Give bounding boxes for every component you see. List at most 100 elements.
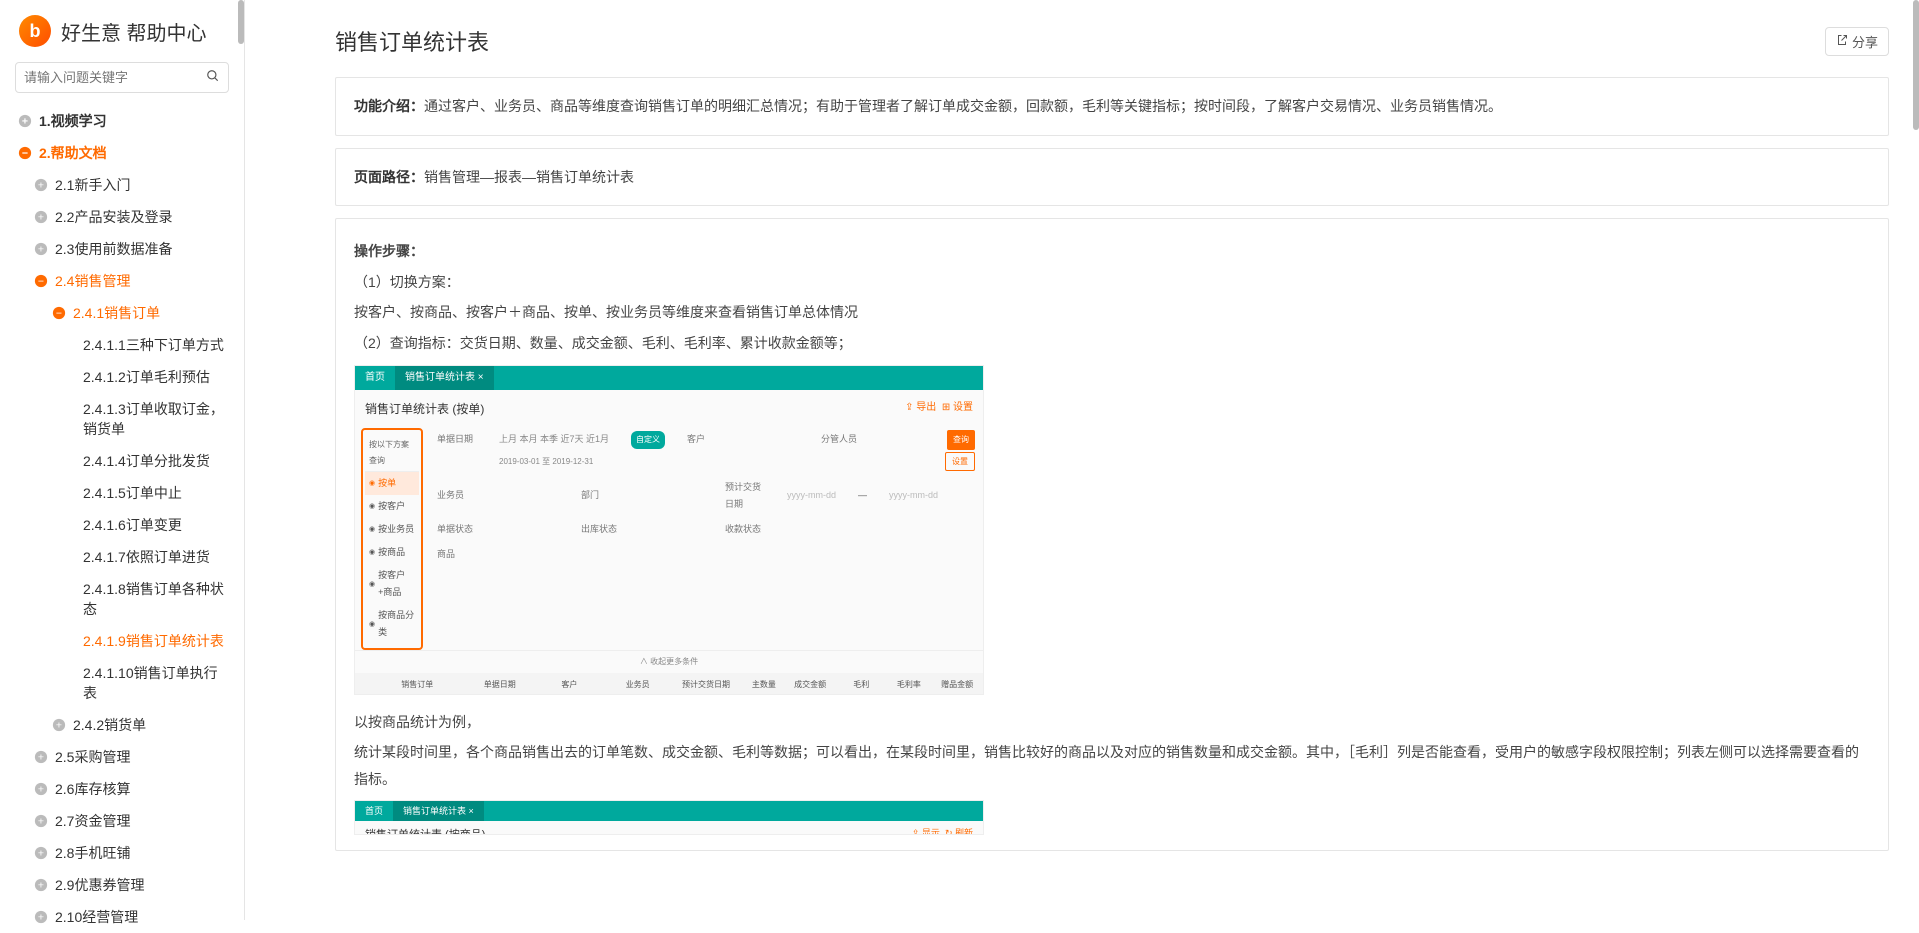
svg-text:+: +	[38, 752, 44, 764]
nav-item[interactable]: 2.4.1.2订单毛利预估	[15, 361, 229, 393]
img1-export: ⇪ 导出	[905, 402, 936, 413]
screenshot-1: 首页 销售订单统计表 × 销售订单统计表 (按单) ⇪ 导出 ⊞ 设置 按以下方…	[354, 365, 984, 695]
nav-item[interactable]: −2.帮助文档	[15, 137, 229, 169]
search-icon[interactable]	[206, 69, 220, 86]
nav-item[interactable]: 2.4.1.1三种下订单方式	[15, 329, 229, 361]
img1-tab-active: 销售订单统计表 ×	[395, 366, 494, 390]
svg-text:+: +	[38, 212, 44, 224]
svg-text:+: +	[38, 244, 44, 256]
toggle-icon[interactable]: +	[33, 209, 49, 225]
step-2: （2）查询指标：交货日期、数量、成交金额、毛利、毛利率、累计收款金额等；	[354, 330, 1870, 357]
nav-label: 2.4.1.1三种下订单方式	[83, 335, 224, 355]
nav-item[interactable]: 2.4.1.9销售订单统计表	[15, 625, 229, 657]
nav-item[interactable]: −2.4销售管理	[15, 265, 229, 297]
nav-label: 2.4.1.3订单收取订金，销货单	[83, 399, 227, 439]
img1-scheme-item: ◉ 按商品	[365, 541, 419, 564]
svg-text:+: +	[38, 848, 44, 860]
toggle-icon[interactable]: +	[33, 813, 49, 829]
img1-f-dept: 部门	[581, 487, 621, 504]
img1-f-biz: 业务员	[437, 487, 477, 504]
toggle-icon[interactable]: −	[51, 305, 67, 321]
toggle-icon[interactable]: +	[33, 909, 49, 925]
img1-scheme-title: 按以下方案查询	[365, 434, 419, 471]
nav-item[interactable]: −2.4.1销售订单	[15, 297, 229, 329]
img1-f-out: 出库状态	[581, 521, 621, 538]
nav-item[interactable]: +2.2产品安装及登录	[15, 201, 229, 233]
nav-item[interactable]: 2.4.1.8销售订单各种状态	[15, 573, 229, 625]
svg-text:−: −	[56, 308, 62, 320]
nav-item[interactable]: +2.1新手入门	[15, 169, 229, 201]
toggle-icon[interactable]: +	[51, 717, 67, 733]
toggle-icon[interactable]: −	[33, 273, 49, 289]
img2-l2: ↻ 刷新	[945, 828, 973, 835]
nav-tree: +1.视频学习−2.帮助文档+2.1新手入门+2.2产品安装及登录+2.3使用前…	[15, 105, 229, 933]
nav-item[interactable]: 2.4.1.6订单变更	[15, 509, 229, 541]
svg-text:−: −	[38, 276, 44, 288]
nav-label: 2.2产品安装及登录	[55, 207, 172, 227]
share-button[interactable]: 分享	[1825, 27, 1889, 56]
img1-filter-main: 单据日期 上月 本月 本季 近7天 近1月 自定义 客户 分管人员 查询 201…	[429, 428, 983, 650]
img1-subtitle: 销售订单统计表 (按单)	[365, 402, 484, 416]
nav-item[interactable]: +2.4.2销货单	[15, 709, 229, 741]
img1-th: 毛利	[836, 673, 886, 695]
img1-th: 单据日期	[467, 673, 532, 695]
brand-logo-icon: b	[19, 15, 51, 47]
example-p1: 统计某段时间里，各个商品销售出去的订单笔数、成交金额、毛利等数据；可以看出，在某…	[354, 739, 1870, 792]
search-input-wrapper[interactable]	[15, 62, 229, 93]
toggle-icon[interactable]: +	[33, 177, 49, 193]
search-input[interactable]	[24, 70, 206, 85]
toggle-icon[interactable]: −	[17, 145, 33, 161]
img1-th: 客户	[532, 673, 607, 695]
toggle-icon[interactable]: +	[33, 877, 49, 893]
main-scrollbar[interactable]	[1913, 0, 1919, 130]
toggle-icon[interactable]: +	[33, 845, 49, 861]
toggle-icon[interactable]: +	[17, 113, 33, 129]
toggle-icon[interactable]: +	[33, 241, 49, 257]
svg-text:+: +	[22, 116, 28, 128]
img1-f-custom: 自定义	[631, 431, 665, 448]
svg-text:+: +	[38, 816, 44, 828]
nav-item[interactable]: 2.4.1.7依照订单进货	[15, 541, 229, 573]
nav-label: 2.4.1.7依照订单进货	[83, 547, 210, 567]
nav-item[interactable]: 2.4.1.3订单收取订金，销货单	[15, 393, 229, 445]
nav-label: 2.8手机旺铺	[55, 843, 130, 863]
svg-text:+: +	[56, 720, 62, 732]
nav-item[interactable]: +2.3使用前数据准备	[15, 233, 229, 265]
img1-th: 毛利率	[886, 673, 931, 695]
nav-item[interactable]: +2.9优惠券管理	[15, 869, 229, 901]
intro-card: 功能介绍：通过客户、业务员、商品等维度查询销售订单的明细汇总情况；有助于管理者了…	[335, 77, 1889, 136]
screenshot-2: 首页 销售订单统计表 × 销售订单统计表 (按商品) ⇪ 显示 ↻ 刷新	[354, 800, 984, 835]
nav-item[interactable]: 2.4.1.5订单中止	[15, 477, 229, 509]
nav-label: 2.5采购管理	[55, 747, 130, 767]
nav-item[interactable]: +2.5采购管理	[15, 741, 229, 773]
nav-item[interactable]: 2.4.1.4订单分批发货	[15, 445, 229, 477]
toggle-icon[interactable]: +	[33, 749, 49, 765]
nav-item[interactable]: +2.10经营管理	[15, 901, 229, 933]
brand-text: 好生意 帮助中心	[61, 17, 207, 46]
img1-th: 主数量	[743, 673, 784, 695]
img1-scheme-item: ◉ 按商品分类	[365, 604, 419, 644]
page-header: 销售订单统计表 分享	[335, 25, 1889, 57]
img1-f-date: 单据日期	[437, 431, 477, 448]
nav-item[interactable]: +1.视频学习	[15, 105, 229, 137]
nav-label: 2.4.1.2订单毛利预估	[83, 367, 210, 387]
nav-item[interactable]: +2.6库存核算	[15, 773, 229, 805]
img1-scheme-item: ◉ 按业务员	[365, 518, 419, 541]
path-card: 页面路径：销售管理—报表—销售订单统计表	[335, 148, 1889, 207]
nav-item[interactable]: 2.4.1.10销售订单执行表	[15, 657, 229, 709]
img1-f-pdate-ph2: yyyy-mm-dd	[889, 487, 938, 504]
nav-item[interactable]: +2.8手机旺铺	[15, 837, 229, 869]
img2-tab-home: 首页	[355, 803, 393, 820]
sidebar-scrollbar[interactable]	[238, 0, 244, 44]
intro-text: 通过客户、业务员、商品等维度查询销售订单的明细汇总情况；有助于管理者了解订单成交…	[424, 98, 1502, 114]
nav-label: 2.4.1.6订单变更	[83, 515, 182, 535]
main-content: 销售订单统计表 分享 功能介绍：通过客户、业务员、商品等维度查询销售订单的明细汇…	[245, 0, 1919, 920]
nav-item[interactable]: +2.7资金管理	[15, 805, 229, 837]
path-text: 销售管理—报表—销售订单统计表	[424, 169, 634, 185]
img1-table: 销售订单单据日期客户业务员预计交货日期主数量成交金额毛利毛利率赠品金额 1SO-…	[355, 673, 983, 695]
img1-f-pay: 收款状态	[725, 521, 765, 538]
img1-f-cust: 客户	[687, 431, 727, 448]
nav-label: 2.4.1销售订单	[73, 303, 160, 323]
nav-label: 2.3使用前数据准备	[55, 239, 172, 259]
toggle-icon[interactable]: +	[33, 781, 49, 797]
